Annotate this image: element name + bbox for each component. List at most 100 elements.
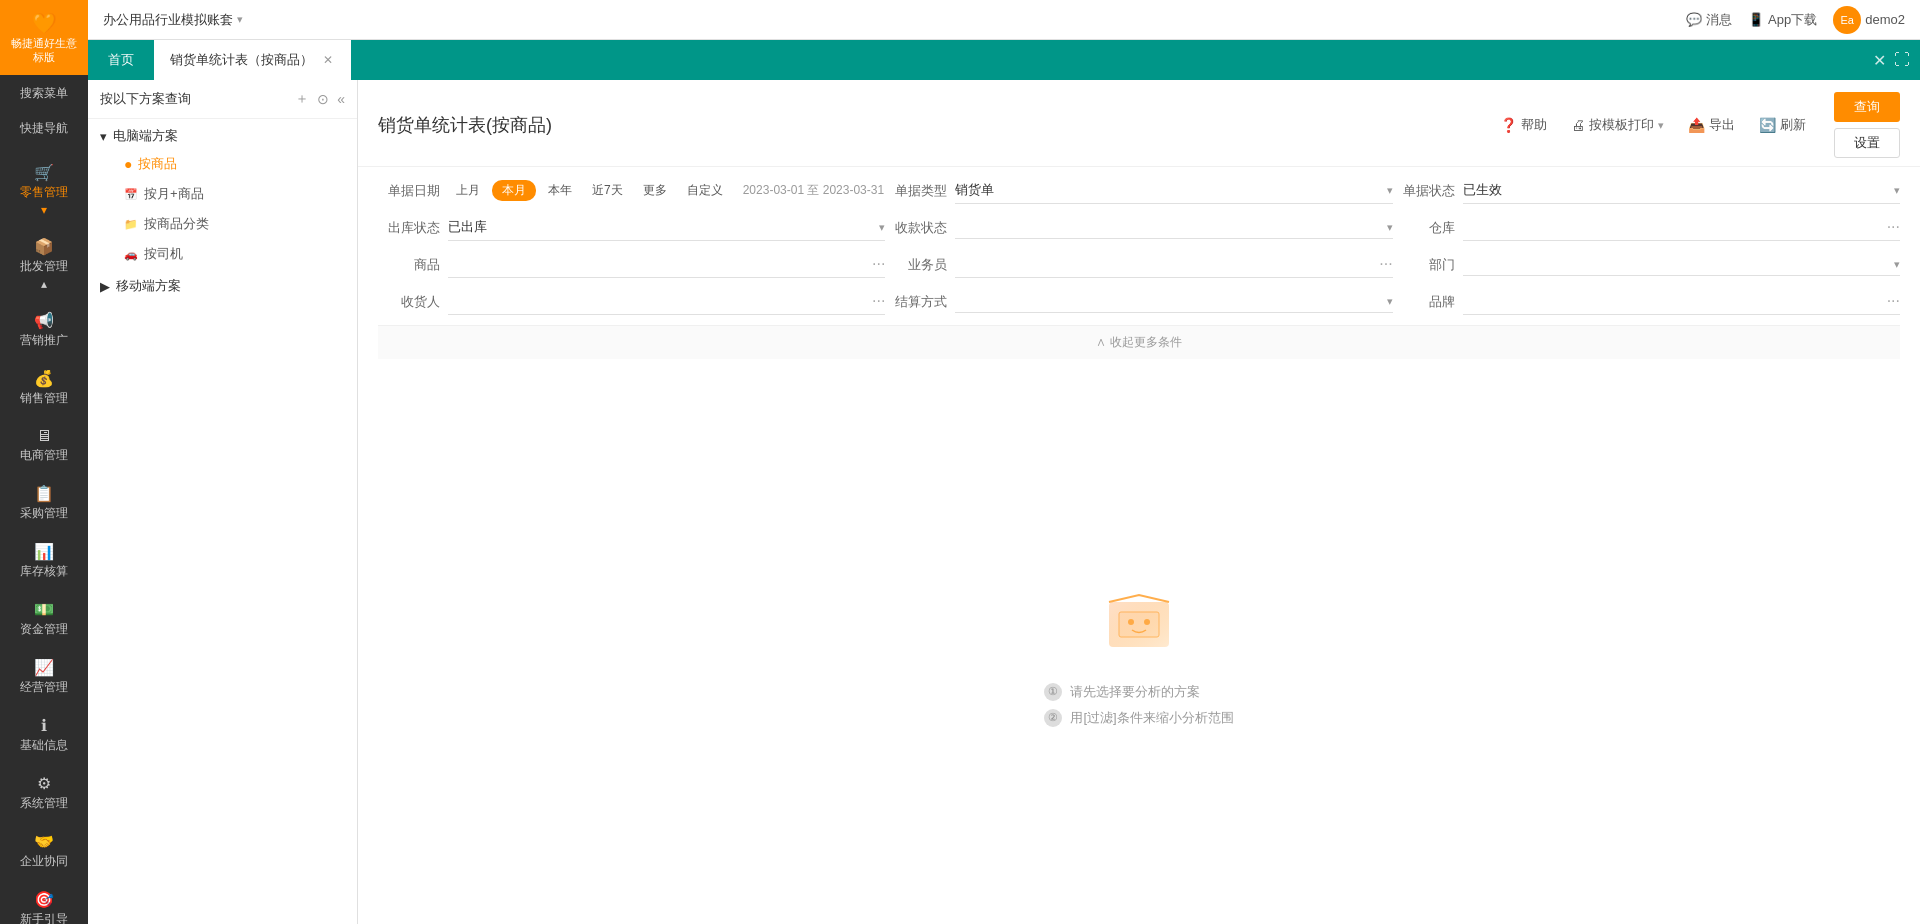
sidebar-item-inventory[interactable]: 📊 库存核算 bbox=[0, 532, 88, 590]
message-btn[interactable]: 💬 消息 bbox=[1686, 11, 1732, 29]
chevron-icon: ▴ bbox=[41, 277, 47, 291]
dept-value[interactable]: ▾ bbox=[1463, 254, 1900, 276]
date-this-month[interactable]: 本月 bbox=[492, 180, 536, 201]
close-window-icon[interactable]: ✕ bbox=[1873, 51, 1886, 70]
sidebar-item-label: 企业协同 bbox=[20, 853, 68, 870]
sidebar-item-system[interactable]: ⚙ 系统管理 bbox=[0, 764, 88, 822]
settings-scheme-btn[interactable]: ⊙ bbox=[317, 91, 329, 107]
sidebar-item-label: 系统管理 bbox=[20, 795, 68, 812]
receipt-status-field-group: 收款状态 ▾ bbox=[885, 217, 1392, 239]
help-btn[interactable]: ❓ 帮助 bbox=[1492, 112, 1555, 138]
brand-label: 品牌 bbox=[1393, 293, 1463, 311]
empty-tips: ① 请先选择要分析的方案 ② 用[过滤]条件来缩小分析范围 bbox=[1044, 683, 1233, 727]
sidebar-item-finance[interactable]: 💵 资金管理 bbox=[0, 590, 88, 648]
purchase-icon: 📋 bbox=[34, 484, 54, 503]
out-status-value[interactable]: 已出库 ▾ bbox=[448, 214, 885, 241]
out-status-text: 已出库 bbox=[448, 218, 487, 236]
receipt-status-label: 收款状态 bbox=[885, 219, 955, 237]
payment-label: 结算方式 bbox=[885, 293, 955, 311]
close-tab-icon[interactable]: ✕ bbox=[321, 51, 335, 69]
filter-area: 单据日期 上月 本月 本年 近7天 更多 自定义 2023-03-01 至 20… bbox=[358, 167, 1920, 369]
tabbar: 首页 销货单统计表（按商品） ✕ ✕ ⛶ bbox=[88, 40, 1920, 80]
sidebar-item-purchase[interactable]: 📋 采购管理 bbox=[0, 474, 88, 532]
date-custom[interactable]: 自定义 bbox=[679, 180, 731, 201]
mobile-scheme-group[interactable]: ▶ 移动端方案 bbox=[88, 269, 357, 299]
desktop-scheme-children: ● 按商品 📅 按月+商品 📁 按商品分类 🚗 按司机 bbox=[88, 149, 357, 269]
tab-sales-report-label: 销货单统计表（按商品） bbox=[170, 51, 313, 69]
date-more[interactable]: 更多 bbox=[635, 180, 675, 201]
category-icon: 📁 bbox=[124, 218, 138, 231]
sidebar-item-label: 电商管理 bbox=[20, 447, 68, 464]
export-btn[interactable]: 📤 导出 bbox=[1680, 112, 1743, 138]
tab-home[interactable]: 首页 bbox=[88, 40, 154, 80]
print-icon: 🖨 bbox=[1571, 117, 1585, 133]
doc-status-label: 单据状态 bbox=[1393, 182, 1463, 200]
doc-type-text: 销货单 bbox=[955, 181, 994, 199]
scheme-by-product-label: 按商品 bbox=[138, 155, 177, 173]
user-avatar-btn[interactable]: Ea demo2 bbox=[1833, 6, 1905, 34]
date-last-month[interactable]: 上月 bbox=[448, 180, 488, 201]
sidebar-item-wholesale[interactable]: 📦 批发管理 ▴ bbox=[0, 227, 88, 301]
quick-nav-label: 快捷导航 bbox=[20, 121, 68, 135]
brand-value[interactable]: ··· bbox=[1463, 288, 1900, 315]
doc-status-value[interactable]: 已生效 ▾ bbox=[1463, 177, 1900, 204]
avatar: Ea bbox=[1833, 6, 1861, 34]
user-name: demo2 bbox=[1865, 12, 1905, 27]
guide-icon: 🎯 bbox=[34, 890, 54, 909]
collapse-label: ∧ 收起更多条件 bbox=[1096, 335, 1181, 349]
tab-sales-report[interactable]: 销货单统计表（按商品） ✕ bbox=[154, 40, 351, 80]
sidebar-item-ecommerce[interactable]: 🖥 电商管理 bbox=[0, 417, 88, 474]
scheme-by-product[interactable]: ● 按商品 bbox=[112, 149, 357, 179]
sidebar-item-label: 批发管理 bbox=[20, 258, 68, 275]
doc-type-value[interactable]: 销货单 ▾ bbox=[955, 177, 1392, 204]
print-dropdown-icon: ▾ bbox=[1658, 119, 1664, 132]
scheme-by-category[interactable]: 📁 按商品分类 bbox=[112, 209, 357, 239]
export-label: 导出 bbox=[1709, 116, 1735, 134]
date-7days[interactable]: 近7天 bbox=[584, 180, 631, 201]
app-download-btn[interactable]: 📱 App下载 bbox=[1748, 11, 1817, 29]
data-area: ① 请先选择要分析的方案 ② 用[过滤]条件来缩小分析范围 bbox=[358, 369, 1920, 924]
sidebar-item-operation[interactable]: 📈 经营管理 bbox=[0, 648, 88, 706]
sidebar-item-label: 采购管理 bbox=[20, 505, 68, 522]
quick-nav[interactable]: 快捷导航 bbox=[0, 112, 88, 145]
empty-illustration bbox=[1089, 567, 1189, 667]
page-actions: ❓ 帮助 🖨 按模板打印 ▾ 📤 导出 🔄 刷新 bbox=[1492, 92, 1900, 158]
sidebar-item-sales[interactable]: 💰 销售管理 bbox=[0, 359, 88, 417]
tab-bar-controls: ✕ ⛶ bbox=[1873, 51, 1920, 70]
sidebar-item-guide[interactable]: 🎯 新手引导 bbox=[0, 880, 88, 924]
industry-dropdown[interactable]: 办公用品行业模拟账套 ▾ bbox=[103, 11, 243, 29]
app-logo[interactable]: 🧡 畅捷通好生意 标版 bbox=[0, 0, 88, 75]
date-this-year[interactable]: 本年 bbox=[540, 180, 580, 201]
export-icon: 📤 bbox=[1688, 117, 1705, 133]
settings-btn[interactable]: 设置 bbox=[1834, 128, 1900, 158]
content: 按以下方案查询 ＋ ⊙ « ▾ 电脑端方案 ● 按商品 📅 按月 bbox=[88, 80, 1920, 924]
goods-label: 商品 bbox=[378, 256, 448, 274]
receiver-value[interactable]: ··· bbox=[448, 288, 885, 315]
doc-type-field-group: 单据类型 销货单 ▾ bbox=[885, 177, 1392, 204]
payment-value[interactable]: ▾ bbox=[955, 291, 1392, 313]
tab-home-label: 首页 bbox=[108, 51, 134, 69]
query-btn[interactable]: 查询 bbox=[1834, 92, 1900, 122]
desktop-scheme-group[interactable]: ▾ 电脑端方案 bbox=[88, 119, 357, 149]
print-btn[interactable]: 🖨 按模板打印 ▾ bbox=[1563, 112, 1672, 138]
logo-icon: 🧡 bbox=[5, 10, 83, 36]
warehouse-value[interactable]: ··· bbox=[1463, 214, 1900, 241]
sidebar-item-retail[interactable]: 🛒 零售管理 ▾ bbox=[0, 153, 88, 227]
goods-value[interactable]: ··· bbox=[448, 251, 885, 278]
scheme-by-driver[interactable]: 🚗 按司机 bbox=[112, 239, 357, 269]
refresh-btn[interactable]: 🔄 刷新 bbox=[1751, 112, 1814, 138]
inventory-icon: 📊 bbox=[34, 542, 54, 561]
sidebar-item-basic[interactable]: ℹ 基础信息 bbox=[0, 706, 88, 764]
add-scheme-btn[interactable]: ＋ bbox=[295, 90, 309, 108]
search-menu[interactable]: 搜索菜单 bbox=[0, 75, 88, 112]
collapse-bar[interactable]: ∧ 收起更多条件 bbox=[378, 325, 1900, 359]
salesperson-value[interactable]: ··· bbox=[955, 251, 1392, 278]
maximize-icon[interactable]: ⛶ bbox=[1894, 51, 1910, 69]
collapse-panel-btn[interactable]: « bbox=[337, 91, 345, 107]
receipt-status-value[interactable]: ▾ bbox=[955, 217, 1392, 239]
avatar-text: Ea bbox=[1841, 14, 1854, 26]
scheme-by-month-product[interactable]: 📅 按月+商品 bbox=[112, 179, 357, 209]
sidebar-item-label: 销售管理 bbox=[20, 390, 68, 407]
sidebar-item-enterprise[interactable]: 🤝 企业协同 bbox=[0, 822, 88, 880]
sidebar-item-marketing[interactable]: 📢 营销推广 bbox=[0, 301, 88, 359]
